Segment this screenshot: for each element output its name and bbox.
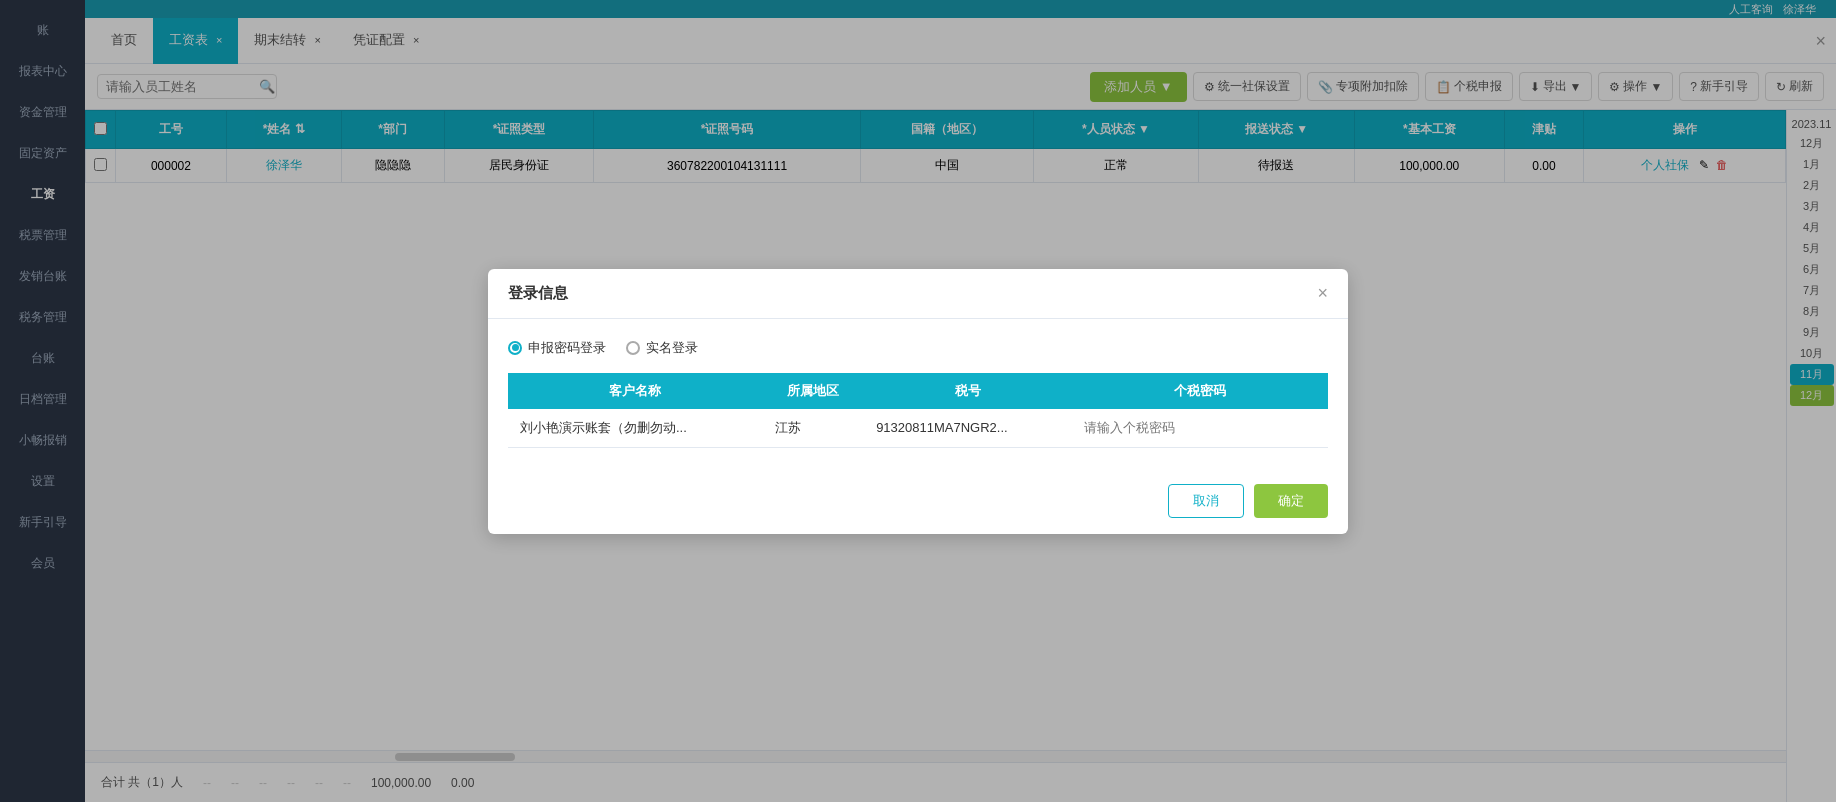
modal-cell-client-name: 刘小艳演示账套（勿删勿动... [508,409,763,448]
modal-col-password: 个税密码 [1072,373,1328,409]
cancel-button[interactable]: 取消 [1168,484,1244,518]
tax-password-input[interactable] [1084,420,1316,435]
confirm-button[interactable]: 确定 [1254,484,1328,518]
radio-realname-dot [626,341,640,355]
modal-footer: 取消 确定 [488,468,1348,534]
modal-body: 申报密码登录 实名登录 客户名称 所属地区 税号 个税密码 [488,319,1348,468]
login-type-radio-group: 申报密码登录 实名登录 [508,339,1328,357]
login-modal: 登录信息 × 申报密码登录 实名登录 客户名称 [488,269,1348,534]
modal-header: 登录信息 × [488,269,1348,319]
modal-cell-taxid: 91320811MA7NGR2... [864,409,1072,448]
modal-close-button[interactable]: × [1317,283,1328,304]
modal-cell-password[interactable] [1072,409,1328,448]
modal-title: 登录信息 [508,284,568,303]
radio-password-login[interactable]: 申报密码登录 [508,339,606,357]
modal-cell-region: 江苏 [763,409,864,448]
radio-realname-label: 实名登录 [646,339,698,357]
modal-table-row: 刘小艳演示账套（勿删勿动... 江苏 91320811MA7NGR2... [508,409,1328,448]
modal-col-client: 客户名称 [508,373,763,409]
radio-password-label: 申报密码登录 [528,339,606,357]
modal-col-region: 所属地区 [763,373,864,409]
radio-realname-login[interactable]: 实名登录 [626,339,698,357]
radio-password-dot [508,341,522,355]
modal-overlay: 登录信息 × 申报密码登录 实名登录 客户名称 [0,0,1836,802]
client-table: 客户名称 所属地区 税号 个税密码 刘小艳演示账套（勿删勿动... 江苏 913… [508,373,1328,448]
modal-col-taxid: 税号 [864,373,1072,409]
